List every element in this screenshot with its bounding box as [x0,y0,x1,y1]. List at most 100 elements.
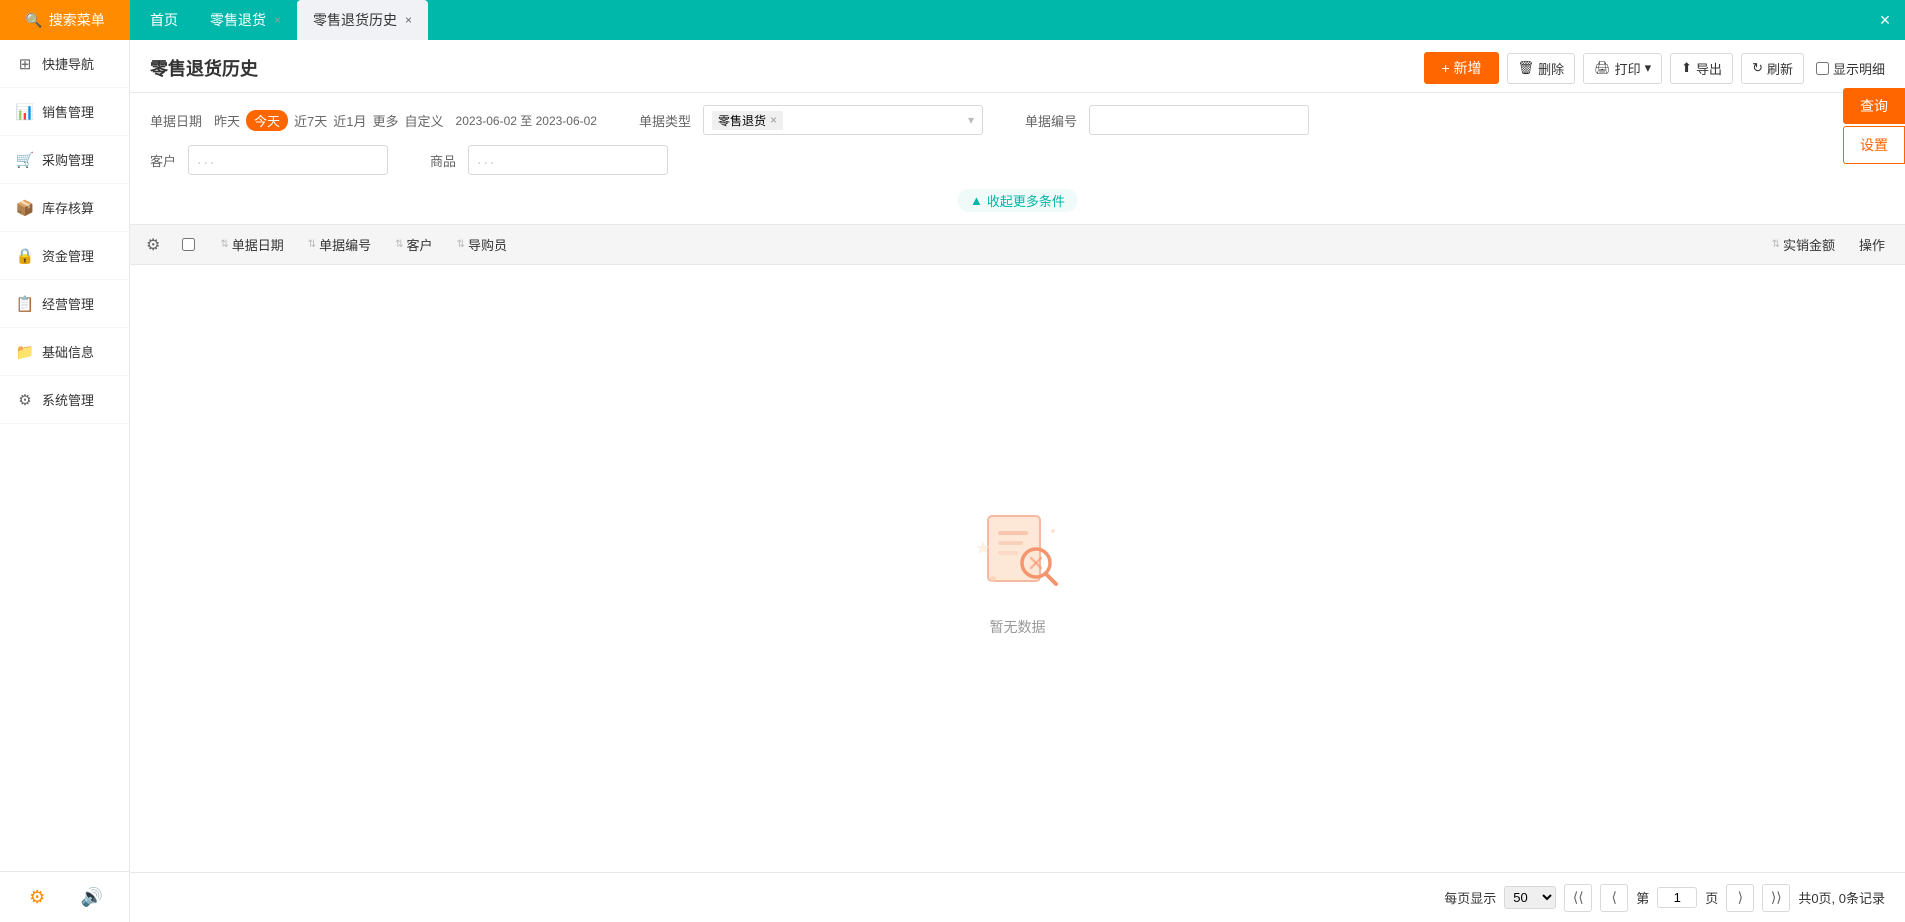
sidebar-sound-icon[interactable]: 🔊 [77,882,107,912]
print-dropdown-icon: ▾ [1645,60,1652,76]
sidebar-item-label: 系统管理 [42,390,94,409]
collapse-icon: ▲ [970,193,983,208]
header-actions: + 新增 🗑 删除 🖨 打印 ▾ ⬆ 导出 ↻ 刷新 [1424,52,1885,84]
delete-button[interactable]: 🗑 删除 [1507,53,1576,84]
top-nav: 🔍 搜索菜单 首页 零售退货 × 零售退货历史 × × [0,0,1905,40]
sidebar-item-quick-nav[interactable]: ⊞ 快捷导航 [0,40,129,88]
sidebar-item-inventory[interactable]: 📦 库存核算 [0,184,129,232]
doc-type-tag: 零售退货 × [712,111,783,130]
first-page-button[interactable]: ⟨⟨ [1564,884,1592,912]
sidebar-item-label: 采购管理 [42,150,94,169]
refresh-icon: ↻ [1752,60,1763,76]
search-box[interactable]: 🔍 搜索菜单 [0,0,130,40]
doc-type-dropdown-icon[interactable]: ▾ [968,113,974,127]
date-shortcut-custom[interactable]: 自定义 [405,111,444,130]
goods-input[interactable]: ... [468,145,668,175]
content-area: 零售退货历史 + 新增 🗑 删除 🖨 打印 ▾ ⬆ 导出 ↻ [130,40,1905,922]
sidebar-item-label: 资金管理 [42,246,94,265]
collapse-bar: ▲ 收起更多条件 [150,185,1885,212]
table-body: 暂无数据 [130,265,1905,872]
show-detail-wrapper[interactable]: 显示明细 [1816,59,1885,78]
sidebar-item-operations-mgmt[interactable]: 📋 经营管理 [0,280,129,328]
sidebar-settings-icon[interactable]: ⚙ [22,882,52,912]
last-page-button[interactable]: ⟩⟩ [1762,884,1790,912]
doc-type-label: 单据类型 [639,111,691,130]
page-label: 第 [1636,888,1649,907]
page-header: 零售退货历史 + 新增 🗑 删除 🖨 打印 ▾ ⬆ 导出 ↻ [130,40,1905,93]
date-shortcut-1month[interactable]: 近1月 [333,111,366,130]
date-shortcuts: 昨天 今天 近7天 近1月 更多 自定义 [214,110,444,131]
sidebar-item-system-mgmt[interactable]: ⚙ 系统管理 [0,376,129,424]
th-customer[interactable]: ⇅ 客户 [383,227,444,262]
sidebar-item-basic-info[interactable]: 📁 基础信息 [0,328,129,376]
tab-bar: 首页 零售退货 × 零售退货历史 × [130,0,1865,40]
date-shortcut-today[interactable]: 今天 [246,110,288,131]
export-button[interactable]: ⬆ 导出 [1670,53,1733,84]
tab-retail-return-history[interactable]: 零售退货历史 × [297,0,428,40]
print-button[interactable]: 🖨 打印 ▾ [1583,53,1662,84]
doc-number-input[interactable] [1089,105,1309,135]
per-page-select[interactable]: 50 20 100 [1504,886,1556,909]
th-actual-amount[interactable]: ⇅ 实销金额 [1760,227,1847,262]
sidebar-item-label: 销售管理 [42,102,94,121]
sidebar-item-label: 快捷导航 [42,54,94,73]
th-doc-date[interactable]: ⇅ 单据日期 [208,227,295,262]
customer-label: 客户 [150,151,176,170]
tab-retail-return[interactable]: 零售退货 × [194,0,297,40]
empty-state-text: 暂无数据 [990,617,1046,637]
operations-mgmt-icon: 📋 [16,295,34,313]
tab-retail-return-history-close[interactable]: × [405,13,412,27]
date-shortcut-yesterday[interactable]: 昨天 [214,111,240,130]
capital-mgmt-icon: 🔒 [16,247,34,265]
empty-state-icon [968,501,1068,601]
th-sort-icon: ⇅ [457,239,465,250]
date-shortcut-7days[interactable]: 近7天 [294,111,327,130]
export-icon: ⬆ [1681,60,1692,76]
goods-label: 商品 [430,151,456,170]
page-input[interactable] [1657,887,1697,908]
main-layout: ⊞ 快捷导航 📊 销售管理 🛒 采购管理 📦 库存核算 🔒 资金管理 📋 经营管… [0,40,1905,922]
sidebar-item-purchase-mgmt[interactable]: 🛒 采购管理 [0,136,129,184]
date-label: 单据日期 [150,111,202,130]
query-buttons-panel: 查询 设置 [1843,88,1905,164]
sidebar-item-capital-mgmt[interactable]: 🔒 资金管理 [0,232,129,280]
table-select-all-checkbox[interactable] [168,238,208,251]
filter-area: 单据日期 昨天 今天 近7天 近1月 更多 自定义 2023-06-02 至 2… [130,93,1905,225]
th-doc-number[interactable]: ⇅ 单据编号 [296,227,383,262]
th-guide[interactable]: ⇅ 导购员 [445,227,519,262]
sidebar: ⊞ 快捷导航 📊 销售管理 🛒 采购管理 📦 库存核算 🔒 资金管理 📋 经营管… [0,40,130,922]
page-title: 零售退货历史 [150,55,258,81]
table-settings-icon[interactable]: ⚙ [138,227,168,263]
sidebar-item-sales-mgmt[interactable]: 📊 销售管理 [0,88,129,136]
table-header: ⚙ ⇅ 单据日期 ⇅ 单据编号 ⇅ 客户 ⇅ 导购员 [130,225,1905,265]
query-button[interactable]: 查询 [1843,88,1905,124]
sidebar-bottom: ⚙ 🔊 [0,871,129,922]
print-icon: 🖨 [1594,60,1611,76]
new-button[interactable]: + 新增 [1424,52,1498,84]
sidebar-item-label: 基础信息 [42,342,94,361]
query-settings-button[interactable]: 设置 [1843,126,1905,164]
th-sort-icon: ⇅ [220,239,228,250]
tab-home[interactable]: 首页 [134,0,194,40]
th-sort-icon: ⇅ [1772,239,1780,250]
customer-input[interactable]: ... [188,145,388,175]
collapse-label: 收起更多条件 [987,191,1065,210]
doc-type-filter-box[interactable]: 零售退货 × ▾ [703,105,983,135]
purchase-mgmt-icon: 🛒 [16,151,34,169]
window-close-button[interactable]: × [1865,0,1905,40]
show-detail-label: 显示明细 [1833,59,1885,78]
filter-row-1: 单据日期 昨天 今天 近7天 近1月 更多 自定义 2023-06-02 至 2… [150,105,1885,135]
th-action: 操作 [1847,227,1897,262]
date-shortcut-more[interactable]: 更多 [373,111,399,130]
next-page-button[interactable]: ⟩ [1726,884,1754,912]
show-detail-checkbox[interactable] [1816,62,1829,75]
doc-type-tag-remove[interactable]: × [770,113,777,127]
sales-mgmt-icon: 📊 [16,103,34,121]
refresh-button[interactable]: ↻ 刷新 [1741,53,1804,84]
collapse-button[interactable]: ▲ 收起更多条件 [958,189,1077,212]
prev-page-button[interactable]: ⟨ [1600,884,1628,912]
tab-retail-return-close[interactable]: × [274,13,281,27]
sidebar-item-label: 库存核算 [42,198,94,217]
total-text: 共0页, 0条记录 [1798,888,1885,907]
sidebar-item-label: 经营管理 [42,294,94,313]
